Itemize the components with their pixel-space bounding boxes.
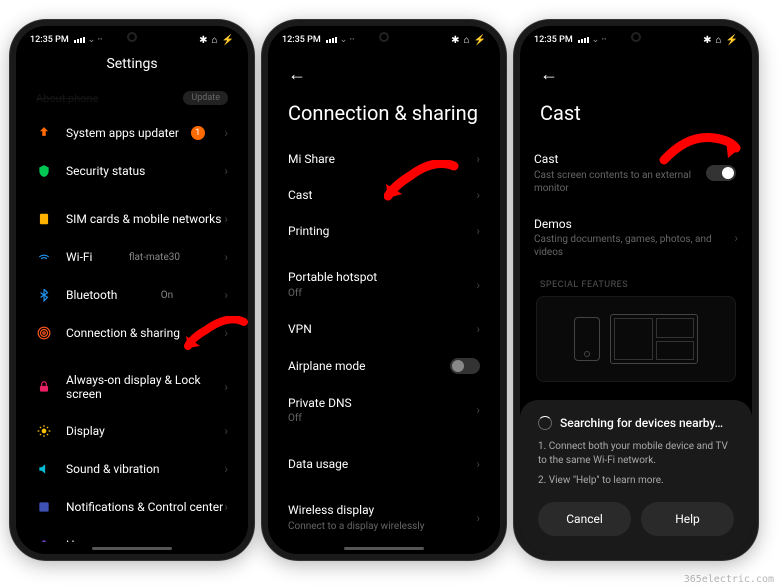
item-vpn[interactable]: VPN › bbox=[274, 311, 494, 347]
special-features-illustration bbox=[536, 296, 736, 382]
airplane-toggle[interactable] bbox=[450, 358, 480, 374]
settings-item-connection-sharing[interactable]: Connection & sharing › bbox=[22, 314, 242, 352]
spinner-icon bbox=[538, 416, 552, 430]
nav-bar[interactable] bbox=[344, 547, 424, 550]
item-mi-share[interactable]: Mi Share › bbox=[274, 141, 494, 177]
settings-item-display[interactable]: Display › bbox=[22, 412, 242, 450]
phone-settings: 12:35 PM ⌄ ·· ✱⌂⚡ Settings About phone U… bbox=[10, 20, 254, 560]
status-right-icons: ✱⌂⚡ bbox=[703, 35, 738, 46]
speaker-icon bbox=[36, 461, 52, 477]
help-button[interactable]: Help bbox=[641, 502, 734, 536]
nav-bar[interactable] bbox=[92, 547, 172, 550]
page-title: Settings bbox=[16, 50, 248, 82]
chevron-right-icon: › bbox=[224, 288, 228, 302]
chevron-right-icon: › bbox=[224, 462, 228, 476]
chevron-right-icon: › bbox=[476, 457, 480, 471]
status-right-icons: ✱⌂⚡ bbox=[451, 35, 486, 46]
modal-title: Searching for devices nearby… bbox=[560, 416, 723, 430]
chevron-right-icon: › bbox=[476, 511, 480, 525]
status-time: 12:35 PM bbox=[534, 35, 573, 45]
settings-item-notifications[interactable]: Notifications & Control center › bbox=[22, 488, 242, 526]
modal-instruction-1: 1. Connect both your mobile device and T… bbox=[538, 440, 734, 468]
chevron-right-icon: › bbox=[476, 224, 480, 238]
item-airplane-mode[interactable]: Airplane mode bbox=[274, 347, 494, 385]
arrow-up-icon bbox=[36, 125, 52, 141]
page-title: Cast bbox=[520, 93, 752, 141]
share-icon bbox=[36, 325, 52, 341]
item-printing[interactable]: Printing › bbox=[274, 213, 494, 249]
wifi-icon bbox=[36, 249, 52, 265]
item-hotspot[interactable]: Portable hotspot Off › bbox=[274, 259, 494, 311]
chevron-right-icon: › bbox=[224, 126, 228, 140]
shield-icon bbox=[36, 163, 52, 179]
status-time: 12:35 PM bbox=[30, 35, 69, 45]
chevron-right-icon: › bbox=[224, 424, 228, 438]
signal-icon bbox=[326, 37, 337, 43]
chevron-right-icon: › bbox=[476, 278, 480, 292]
lock-icon bbox=[36, 379, 52, 395]
section-header: SPECIAL FEATURES bbox=[520, 270, 752, 296]
chevron-right-icon: › bbox=[224, 164, 228, 178]
chevron-right-icon: › bbox=[224, 500, 228, 514]
item-demos[interactable]: Demos Casting documents, games, photos, … bbox=[520, 206, 752, 271]
item-data-usage[interactable]: Data usage › bbox=[274, 446, 494, 482]
phone-connection-sharing: 12:35 PM ⌄ ·· ✱⌂⚡ ← Connection & sharing… bbox=[262, 20, 506, 560]
chevron-right-icon: › bbox=[224, 250, 228, 264]
modal-instruction-2: 2. View "Help" to learn more. bbox=[538, 474, 734, 488]
status-right-icons: ✱⌂⚡ bbox=[199, 35, 234, 46]
back-button[interactable]: ← bbox=[536, 60, 562, 89]
bluetooth-value: On bbox=[161, 290, 173, 301]
chevron-right-icon: › bbox=[224, 326, 228, 340]
chevron-right-icon: › bbox=[224, 212, 228, 226]
settings-item-home[interactable]: Home screen › bbox=[22, 526, 242, 542]
item-cast-toggle[interactable]: Cast Cast screen contents to an external… bbox=[520, 141, 752, 206]
chevron-right-icon: › bbox=[476, 403, 480, 417]
home-icon bbox=[36, 537, 52, 542]
signal-icon bbox=[74, 37, 85, 43]
camera-notch bbox=[379, 32, 389, 42]
item-cast[interactable]: Cast › bbox=[274, 177, 494, 213]
status-time: 12:35 PM bbox=[282, 35, 321, 45]
watermark: 365electric.com bbox=[684, 574, 774, 585]
chevron-right-icon: › bbox=[224, 380, 228, 394]
cast-toggle[interactable] bbox=[706, 165, 736, 181]
settings-item-security[interactable]: Security status › bbox=[22, 152, 242, 190]
item-wireless-display[interactable]: Wireless display Connect to a display wi… bbox=[274, 492, 494, 544]
bluetooth-icon bbox=[36, 287, 52, 303]
update-tag: Update bbox=[183, 91, 228, 105]
item-private-dns[interactable]: Private DNS Off › bbox=[274, 385, 494, 437]
chevron-right-icon: › bbox=[476, 152, 480, 166]
chevron-right-icon: › bbox=[734, 231, 738, 245]
chevron-right-icon: › bbox=[476, 322, 480, 336]
page-title: Connection & sharing bbox=[268, 93, 500, 141]
signal-icon bbox=[578, 37, 589, 43]
sun-icon bbox=[36, 423, 52, 439]
settings-item-sound[interactable]: Sound & vibration › bbox=[22, 450, 242, 488]
settings-item-lockscreen[interactable]: Always-on display & Lock screen › bbox=[22, 362, 242, 412]
notification-icon bbox=[36, 499, 52, 515]
settings-item-bluetooth[interactable]: Bluetooth On › bbox=[22, 276, 242, 314]
wifi-value: flat-mate30 bbox=[129, 252, 180, 263]
searching-modal: Searching for devices nearby… 1. Connect… bbox=[520, 400, 752, 554]
back-button[interactable]: ← bbox=[284, 60, 310, 89]
chevron-right-icon: › bbox=[224, 538, 228, 542]
sim-icon bbox=[36, 211, 52, 227]
settings-item-about[interactable]: About phone Update bbox=[22, 82, 242, 114]
settings-item-wifi[interactable]: Wi-Fi flat-mate30 › bbox=[22, 238, 242, 276]
cancel-button[interactable]: Cancel bbox=[538, 502, 631, 536]
settings-item-system-updater[interactable]: System apps updater 1 › bbox=[22, 114, 242, 152]
phone-illustration-icon bbox=[574, 317, 600, 361]
phone-cast: 12:35 PM ⌄ ·· ✱⌂⚡ ← Cast Cast Cast scree… bbox=[514, 20, 758, 560]
settings-item-sim[interactable]: SIM cards & mobile networks › bbox=[22, 200, 242, 238]
camera-notch bbox=[631, 32, 641, 42]
camera-notch bbox=[127, 32, 137, 42]
chevron-right-icon: › bbox=[476, 188, 480, 202]
tv-illustration-icon bbox=[610, 314, 698, 364]
update-badge: 1 bbox=[191, 126, 205, 140]
